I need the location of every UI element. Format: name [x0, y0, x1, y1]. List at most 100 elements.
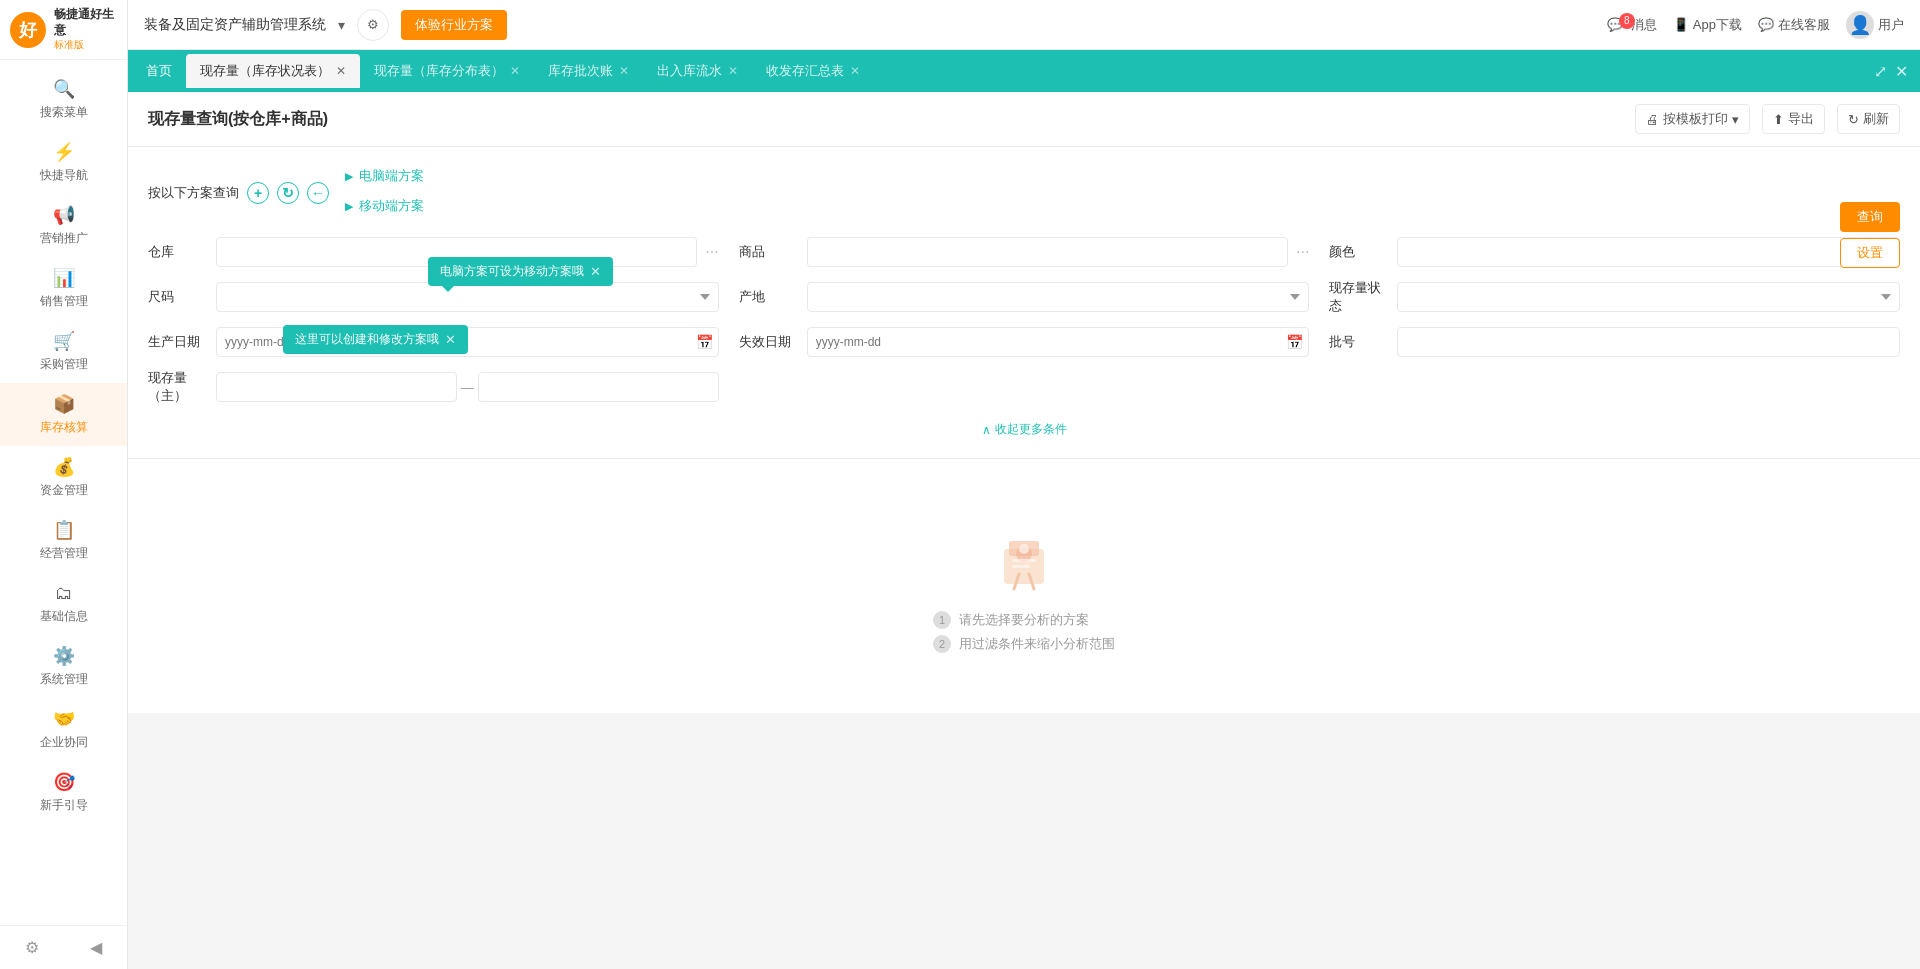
- empty-tip-2: 2 用过滤条件来缩小分析范围: [933, 635, 1115, 653]
- online-service-action[interactable]: 💬 在线客服: [1758, 16, 1830, 34]
- tab-inout-flow[interactable]: 出入库流水 ✕: [643, 54, 752, 88]
- quantity-to-input[interactable]: [478, 372, 719, 402]
- tooltip-scheme-edit: 这里可以创建和修改方案哦 ✕: [283, 325, 468, 354]
- tab-close-all-icon[interactable]: ✕: [1895, 62, 1908, 81]
- warehouse-label: 仓库: [148, 243, 208, 261]
- empty-tips: 1 请先选择要分析的方案 2 用过滤条件来缩小分析范围: [933, 611, 1115, 653]
- svg-rect-8: [1012, 559, 1036, 562]
- page-title: 现存量查询(按仓库+商品): [148, 109, 328, 130]
- mobile-icon: 📱: [1673, 17, 1689, 32]
- warehouse-more-icon[interactable]: ···: [705, 243, 718, 261]
- header-settings-btn[interactable]: ⚙: [357, 9, 389, 41]
- sidebar-item-marketing[interactable]: 📢 营销推广: [0, 194, 127, 257]
- add-scheme-btn[interactable]: +: [247, 182, 269, 204]
- tab-close-inout-flow[interactable]: ✕: [728, 64, 738, 78]
- tooltip1-close-btn[interactable]: ✕: [590, 264, 601, 279]
- purchase-icon: 🛒: [53, 330, 75, 352]
- goods-filter-row: 商品 ···: [739, 237, 1310, 267]
- tab-close-stock-distribution[interactable]: ✕: [510, 64, 520, 78]
- sidebar-item-purchase[interactable]: 🛒 采购管理: [0, 320, 127, 383]
- filter-label: 按以下方案查询: [148, 184, 239, 202]
- message-action[interactable]: 💬 8 消息: [1607, 16, 1657, 34]
- size-label: 尺码: [148, 288, 208, 306]
- tab-close-stock-status[interactable]: ✕: [336, 64, 346, 78]
- finance-icon: 💰: [53, 456, 75, 478]
- desktop-scheme-group: ▶ 电脑端方案: [345, 163, 424, 189]
- color-filter-row: 颜色: [1329, 237, 1900, 267]
- goods-input[interactable]: [807, 237, 1288, 267]
- quantity-range: —: [216, 372, 719, 402]
- desktop-scheme-group-header[interactable]: ▶ 电脑端方案: [345, 163, 424, 189]
- experience-btn[interactable]: 体验行业方案: [401, 10, 507, 40]
- color-select[interactable]: [1397, 237, 1900, 267]
- logo-text-area: 畅捷通好生意 标准版: [54, 7, 117, 52]
- export-icon: ⬆: [1773, 112, 1784, 127]
- batch-input[interactable]: [1397, 327, 1900, 357]
- collapse-sidebar-icon[interactable]: ◀: [90, 938, 102, 957]
- quantity-filter-row: 现存量（主） —: [148, 369, 719, 405]
- system-dropdown-btn[interactable]: ▾: [338, 17, 345, 33]
- tab-stock-distribution[interactable]: 现存量（库存分布表） ✕: [360, 54, 534, 88]
- stock-status-label: 现存量状态: [1329, 279, 1389, 315]
- export-btn[interactable]: ⬆ 导出: [1762, 104, 1825, 134]
- sidebar-item-sales[interactable]: 📊 销售管理: [0, 257, 127, 320]
- tab-receive-summary[interactable]: 收发存汇总表 ✕: [752, 54, 874, 88]
- query-btn[interactable]: 查询: [1840, 202, 1900, 232]
- stock-status-select[interactable]: [1397, 282, 1900, 312]
- sidebar-item-basic-info[interactable]: 🗂 基础信息: [0, 572, 127, 635]
- expiry-date-cal-icon[interactable]: 📅: [1286, 334, 1303, 350]
- sidebar-item-operations[interactable]: 📋 经营管理: [0, 509, 127, 572]
- expiry-date-label: 失效日期: [739, 333, 799, 351]
- refresh-scheme-btn[interactable]: ↻: [277, 182, 299, 204]
- app-edition: 标准版: [54, 38, 117, 52]
- tab-home[interactable]: 首页: [132, 54, 186, 88]
- tab-close-batch-ledger[interactable]: ✕: [619, 64, 629, 78]
- print-btn[interactable]: 🖨 按模板打印 ▾: [1635, 104, 1750, 134]
- tab-stock-status[interactable]: 现存量（库存状况表） ✕: [186, 54, 360, 88]
- sidebar-item-finance[interactable]: 💰 资金管理: [0, 446, 127, 509]
- tab-batch-ledger[interactable]: 库存批次账 ✕: [534, 54, 643, 88]
- refresh-btn[interactable]: ↻ 刷新: [1837, 104, 1900, 134]
- back-scheme-btn[interactable]: ←: [307, 182, 329, 204]
- settings-query-btn[interactable]: 设置: [1840, 238, 1900, 268]
- collapse-label: 收起更多条件: [995, 421, 1067, 438]
- quick-nav-icon: ⚡: [53, 141, 75, 163]
- system-icon: ⚙️: [53, 645, 75, 667]
- mobile-scheme-group-header[interactable]: ▶ 移动端方案: [345, 193, 424, 219]
- color-label: 颜色: [1329, 243, 1389, 261]
- sidebar-item-quick-nav[interactable]: ⚡ 快捷导航: [0, 131, 127, 194]
- prod-date-cal-icon[interactable]: 📅: [696, 334, 713, 350]
- header-right: 💬 8 消息 📱 App下载 💬 在线客服 👤 用户: [1607, 11, 1904, 39]
- guide-icon: 🎯: [53, 771, 75, 793]
- user-action[interactable]: 👤 用户: [1846, 11, 1904, 39]
- batch-label: 批号: [1329, 333, 1389, 351]
- sidebar-item-inventory[interactable]: 📦 库存核算: [0, 383, 127, 446]
- origin-filter-row: 产地: [739, 279, 1310, 315]
- print-label: 按模板打印: [1663, 110, 1728, 128]
- sidebar-item-guide[interactable]: 🎯 新手引导: [0, 761, 127, 824]
- tab-close-receive-summary[interactable]: ✕: [850, 64, 860, 78]
- user-label: 用户: [1878, 16, 1904, 34]
- sidebar-item-search[interactable]: 🔍 搜索菜单: [0, 68, 127, 131]
- action-buttons: 查询 设置: [1840, 202, 1900, 268]
- tab-maximize-icon[interactable]: ⤢: [1874, 62, 1887, 81]
- app-download-action[interactable]: 📱 App下载: [1673, 16, 1742, 34]
- settings-icon[interactable]: ⚙: [25, 938, 39, 957]
- collapse-bar[interactable]: ∧ 收起更多条件: [148, 413, 1900, 442]
- origin-select[interactable]: [807, 282, 1310, 312]
- sidebar: 好 畅捷通好生意 标准版 🔍 搜索菜单 ⚡ 快捷导航 📢 营销推广 📊 销售管理…: [0, 0, 128, 969]
- quantity-from-input[interactable]: [216, 372, 457, 402]
- tooltip1-text: 电脑方案可设为移动方案哦: [440, 263, 584, 280]
- tab-label: 现存量（库存分布表）: [374, 62, 504, 80]
- svg-rect-9: [1012, 565, 1030, 568]
- tab-bar: 首页 现存量（库存状况表） ✕ 现存量（库存分布表） ✕ 库存批次账 ✕ 出入库…: [128, 50, 1920, 92]
- search-icon: 🔍: [53, 78, 75, 100]
- size-select[interactable]: [216, 282, 719, 312]
- sidebar-item-enterprise[interactable]: 🤝 企业协同: [0, 698, 127, 761]
- expiry-date-input[interactable]: [807, 327, 1310, 357]
- sidebar-item-system[interactable]: ⚙️ 系统管理: [0, 635, 127, 698]
- sales-icon: 📊: [53, 267, 75, 289]
- top-header: 装备及固定资产辅助管理系统 ▾ ⚙ 体验行业方案 💬 8 消息 📱 App下载 …: [128, 0, 1920, 50]
- tooltip2-close-btn[interactable]: ✕: [445, 332, 456, 347]
- goods-more-icon[interactable]: ···: [1296, 243, 1309, 261]
